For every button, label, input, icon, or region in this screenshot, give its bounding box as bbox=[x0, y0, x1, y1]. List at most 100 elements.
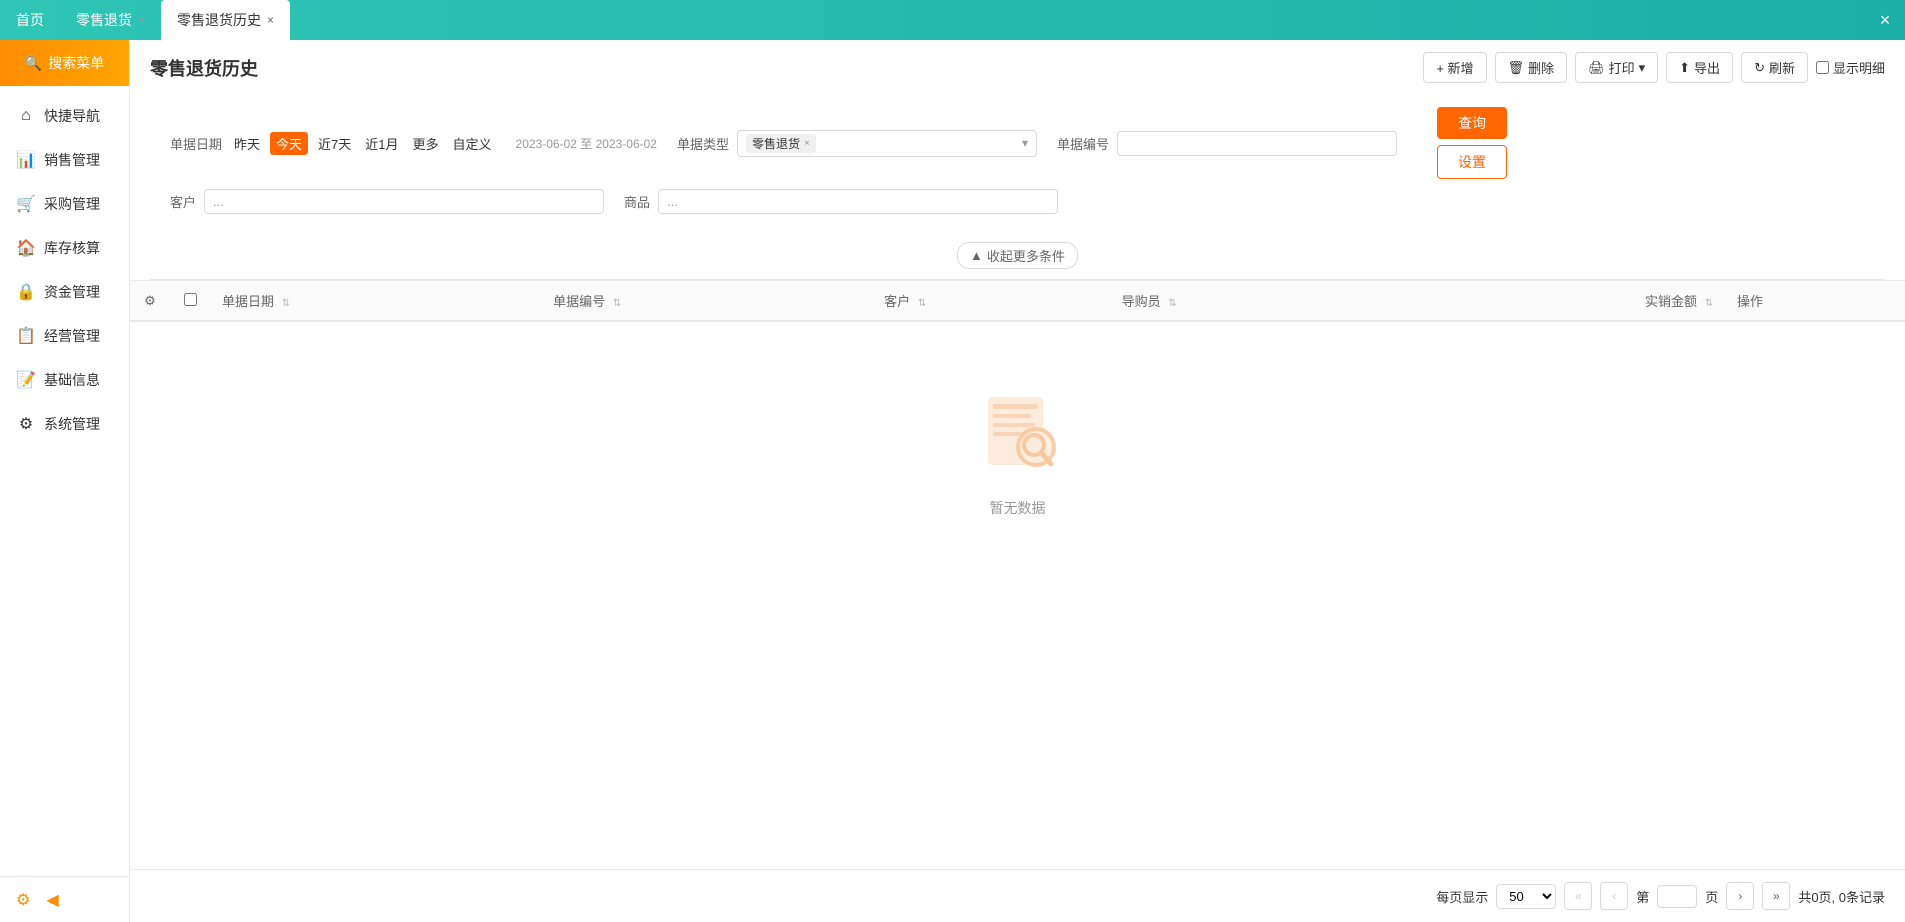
product-label: 商品 bbox=[624, 192, 650, 211]
col-customer[interactable]: 客户 ⇅ bbox=[872, 281, 1110, 321]
col-actual-amount[interactable]: 实销金额 ⇅ bbox=[1394, 281, 1725, 321]
collapse-button[interactable]: ▲ 收起更多条件 bbox=[957, 242, 1078, 269]
customer-input[interactable]: ... bbox=[204, 189, 604, 214]
tab-bar: 首页 零售退货 × 零售退货历史 × bbox=[0, 0, 1865, 40]
col-doc-no[interactable]: 单据编号 ⇅ bbox=[541, 281, 872, 321]
sidebar: 🔍 搜索菜单 ⌂ 快捷导航 📊 销售管理 🛒 采购管理 🏠 库存核算 🔒 bbox=[0, 40, 130, 922]
doc-no-input[interactable] bbox=[1117, 131, 1397, 156]
doc-type-tag-close[interactable]: × bbox=[804, 138, 810, 149]
col-settings[interactable]: ⚙ bbox=[130, 281, 170, 321]
export-icon: ⬆ bbox=[1679, 60, 1690, 76]
content-area: 零售退货历史 + 新增 🗑 删除 🖨 打印 ▾ ⬆ 导出 bbox=[130, 40, 1905, 922]
col-actual-amount-sort-icon: ⇅ bbox=[1705, 298, 1713, 309]
doc-no-label: 单据编号 bbox=[1057, 134, 1109, 153]
col-actual-amount-label: 实销金额 bbox=[1645, 294, 1697, 309]
page-header: 零售退货历史 + 新增 🗑 删除 🖨 打印 ▾ ⬆ 导出 bbox=[130, 40, 1905, 281]
col-doc-no-label: 单据编号 bbox=[553, 294, 605, 309]
page-input[interactable]: 1 bbox=[1657, 885, 1697, 908]
collapse-bar: ▲ 收起更多条件 bbox=[150, 236, 1885, 280]
sidebar-item-finance-mgmt-label: 资金管理 bbox=[44, 282, 100, 302]
col-doc-date-sort-icon: ⇅ bbox=[282, 298, 290, 309]
query-button[interactable]: 查询 bbox=[1437, 107, 1507, 139]
sidebar-item-system-mgmt[interactable]: ⚙ 系统管理 bbox=[0, 402, 129, 446]
collapse-label: 收起更多条件 bbox=[987, 246, 1065, 265]
sidebar-item-purchase-mgmt[interactable]: 🛒 采购管理 bbox=[0, 182, 129, 226]
sidebar-item-operations-mgmt[interactable]: 📋 经营管理 bbox=[0, 314, 129, 358]
new-button[interactable]: + 新增 bbox=[1423, 52, 1486, 83]
date-option-1month[interactable]: 近1月 bbox=[361, 132, 402, 155]
show-detail-label-text: 显示明细 bbox=[1833, 58, 1885, 77]
tab-home-label: 首页 bbox=[16, 10, 44, 30]
tab-retail-return-history-label: 零售退货历史 bbox=[177, 10, 261, 30]
product-dots: ... bbox=[667, 194, 678, 209]
delete-label: 删除 bbox=[1528, 58, 1554, 77]
customer-dots: ... bbox=[213, 194, 224, 209]
per-page-label: 每页显示 bbox=[1436, 887, 1488, 906]
date-option-today[interactable]: 今天 bbox=[270, 132, 308, 155]
inventory-icon: 🏠 bbox=[16, 238, 36, 258]
settings-button[interactable]: 设置 bbox=[1437, 145, 1507, 179]
first-page-button[interactable]: « bbox=[1564, 882, 1592, 910]
print-button[interactable]: 🖨 打印 ▾ bbox=[1575, 52, 1658, 83]
select-all-checkbox[interactable] bbox=[184, 293, 197, 306]
sidebar-item-basic-info[interactable]: 📝 基础信息 bbox=[0, 358, 129, 402]
date-option-custom[interactable]: 自定义 bbox=[449, 132, 496, 155]
col-customer-label: 客户 bbox=[884, 294, 910, 309]
sidebar-search[interactable]: 🔍 搜索菜单 bbox=[0, 40, 129, 86]
date-option-more[interactable]: 更多 bbox=[409, 132, 443, 155]
date-option-yesterday[interactable]: 昨天 bbox=[230, 132, 264, 155]
export-button[interactable]: ⬆ 导出 bbox=[1666, 52, 1733, 83]
collapse-icon[interactable]: ◀ bbox=[46, 890, 58, 910]
prev-page-button[interactable]: ‹ bbox=[1600, 882, 1628, 910]
last-page-button[interactable]: » bbox=[1762, 882, 1790, 910]
tab-retail-return-history-close[interactable]: × bbox=[267, 13, 274, 27]
tab-retail-return-close[interactable]: × bbox=[138, 13, 145, 27]
next-page-button[interactable]: › bbox=[1726, 882, 1754, 910]
col-guide[interactable]: 导购员 ⇅ bbox=[1110, 281, 1394, 321]
system-icon: ⚙ bbox=[16, 414, 36, 434]
per-page-select[interactable]: 50 10 20 100 bbox=[1496, 884, 1556, 909]
doc-type-tag: 零售退货 × bbox=[746, 134, 816, 153]
date-options: 昨天 今天 近7天 近1月 更多 自定义 bbox=[230, 132, 496, 155]
settings-icon[interactable]: ⚙ bbox=[16, 890, 30, 910]
tab-home[interactable]: 首页 bbox=[0, 0, 60, 40]
col-action-label: 操作 bbox=[1737, 294, 1763, 309]
show-detail-checkbox[interactable] bbox=[1816, 61, 1829, 74]
export-label: 导出 bbox=[1694, 58, 1720, 77]
tab-retail-return[interactable]: 零售退货 × bbox=[60, 0, 161, 40]
toolbar: + 新增 🗑 删除 🖨 打印 ▾ ⬆ 导出 ↻ bbox=[1423, 52, 1885, 83]
product-input[interactable]: ... bbox=[658, 189, 1058, 214]
col-doc-date[interactable]: 单据日期 ⇅ bbox=[210, 281, 541, 321]
show-detail-checkbox-label[interactable]: 显示明细 bbox=[1816, 58, 1885, 77]
home-icon: ⌂ bbox=[16, 106, 36, 126]
sidebar-item-finance-mgmt[interactable]: 🔒 资金管理 bbox=[0, 270, 129, 314]
print-label: 打印 bbox=[1609, 58, 1635, 77]
data-table: ⚙ 单据日期 ⇅ 单据编号 ⇅ 客户 bbox=[130, 281, 1905, 322]
action-buttons: 查询 设置 bbox=[1437, 107, 1507, 179]
filter-customer: 客户 ... bbox=[170, 189, 604, 214]
filter-doc-no: 单据编号 bbox=[1057, 131, 1397, 156]
tab-retail-return-history[interactable]: 零售退货历史 × bbox=[161, 0, 290, 40]
sidebar-item-basic-info-label: 基础信息 bbox=[44, 370, 100, 390]
sidebar-item-sales-mgmt-label: 销售管理 bbox=[44, 150, 100, 170]
sidebar-item-sales-mgmt[interactable]: 📊 销售管理 bbox=[0, 138, 129, 182]
col-doc-date-label: 单据日期 bbox=[222, 294, 274, 309]
sidebar-item-inventory[interactable]: 🏠 库存核算 bbox=[0, 226, 129, 270]
date-option-7days[interactable]: 近7天 bbox=[314, 132, 355, 155]
refresh-icon: ↻ bbox=[1754, 60, 1765, 76]
refresh-button[interactable]: ↻ 刷新 bbox=[1741, 52, 1808, 83]
filter-date: 单据日期 昨天 今天 近7天 近1月 更多 自定义 bbox=[170, 132, 496, 155]
operations-icon: 📋 bbox=[16, 326, 36, 346]
doc-type-select[interactable]: 零售退货 × ▾ bbox=[737, 130, 1037, 157]
pagination-bar: 每页显示 50 10 20 100 « ‹ 第 1 页 › » 共0页, 0条记… bbox=[130, 869, 1905, 922]
delete-icon: 🗑 bbox=[1508, 60, 1525, 76]
filter-row-2: 客户 ... 商品 ... bbox=[170, 189, 1865, 214]
window-close-button[interactable]: × bbox=[1865, 0, 1905, 40]
col-action: 操作 bbox=[1725, 281, 1905, 321]
total-records: 共0页, 0条记录 bbox=[1798, 887, 1885, 906]
sidebar-item-quick-nav[interactable]: ⌂ 快捷导航 bbox=[0, 94, 129, 138]
delete-button[interactable]: 🗑 删除 bbox=[1495, 52, 1568, 83]
empty-icon bbox=[968, 382, 1068, 482]
empty-text: 暂无数据 bbox=[990, 498, 1046, 518]
print-icon: 🖨 bbox=[1588, 60, 1605, 76]
